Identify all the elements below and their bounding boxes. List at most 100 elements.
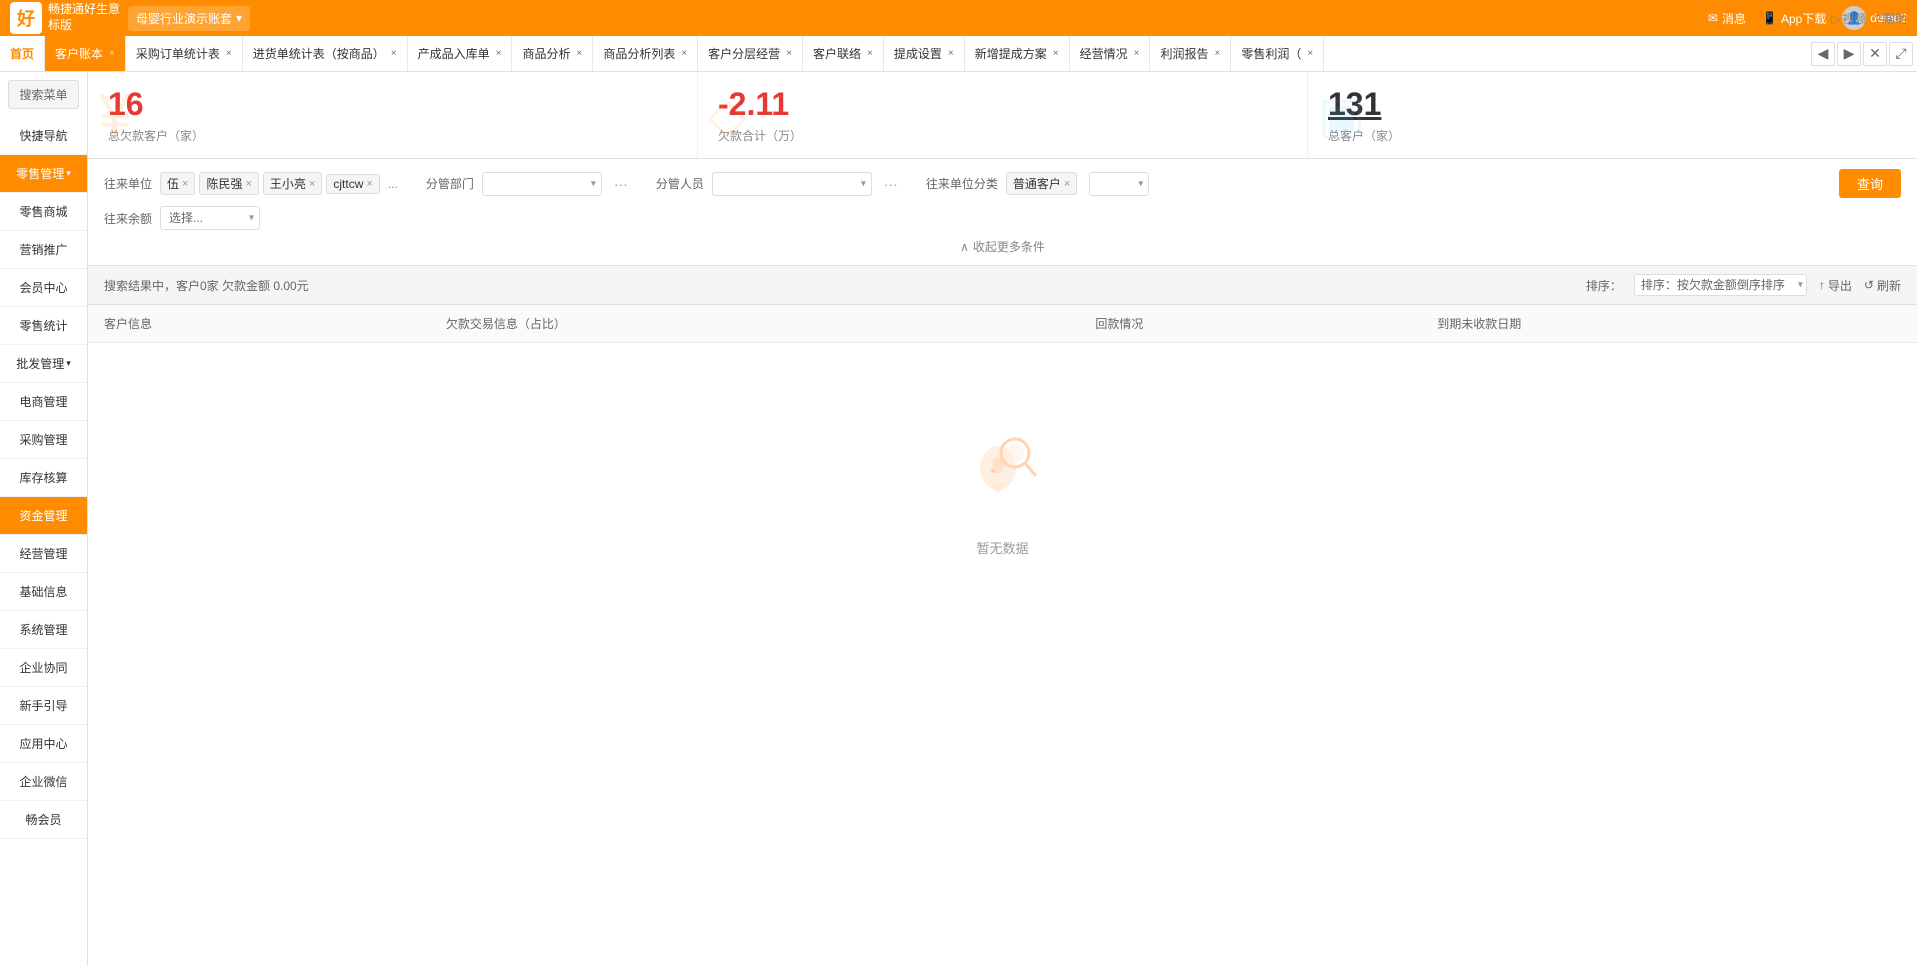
balance-filter-label: 往来余额 [104, 210, 152, 227]
sidebar-item-enterprise-wechat[interactable]: 企业微信 [0, 763, 87, 801]
sidebar-item-member-center[interactable]: 会员中心 [0, 269, 87, 307]
main-layout: 搜索菜单 快捷导航 零售管理 ▾ 零售商城 营销推广 会员中心 零售统计 批发管… [0, 72, 1917, 966]
person-filter-label: 分管人员 [656, 175, 704, 192]
chevron-down-icon: ▾ [66, 168, 71, 179]
results-bar: 搜索结果中，客户0家 欠款金额 0.00元 排序： 排序：按欠款金额倒序排序 ↑… [88, 266, 1917, 305]
close-icon[interactable]: × [1134, 48, 1140, 59]
tab-new-proposal[interactable]: 新增提成方案 × [965, 36, 1070, 72]
tab-retail-profit[interactable]: 零售利润（ × [1231, 36, 1324, 72]
tab-proposal-settings[interactable]: 提成设置 × [884, 36, 965, 72]
close-icon[interactable]: × [226, 48, 232, 59]
search-menu-button[interactable]: 搜索菜单 [8, 80, 79, 109]
logo-text: 畅捷通好生意 标版 [48, 2, 120, 33]
top-bar: 好 畅捷通好生意 标版 母婴行业演示账套 ▾ ✉ 消息 📱 App下载 👤 de… [0, 0, 1917, 36]
close-icon[interactable]: × [867, 48, 873, 59]
results-summary: 搜索结果中，客户0家 欠款金额 0.00元 [104, 277, 309, 294]
tab-accounts[interactable]: 客户账本 × [45, 36, 126, 72]
sidebar-item-quick-nav[interactable]: 快捷导航 [0, 117, 87, 155]
refresh-button[interactable]: ↺ 刷新 [1864, 277, 1901, 294]
accounts-table: 客户信息 欠款交易信息（占比） 回款情况 到期未收款日期 [88, 305, 1917, 343]
tab-product-analysis[interactable]: 商品分析 × [512, 36, 593, 72]
sort-select[interactable]: 排序：按欠款金额倒序排序 [1634, 274, 1807, 296]
person-more-button[interactable]: ··· [880, 174, 902, 194]
remove-tag-chen[interactable]: × [245, 178, 251, 190]
unit-filter-tags: 伍 × 陈民强 × 王小亮 × cjttcw × ... [160, 172, 402, 195]
tab-operations[interactable]: 经营情况 × [1070, 36, 1151, 72]
close-icon[interactable]: × [681, 48, 687, 59]
refresh-icon: ↺ [1864, 278, 1874, 292]
building-bg-icon: ▣ [1318, 86, 1365, 144]
unit-class-filter-label: 往来单位分类 [926, 175, 998, 192]
filter-bar: 往来单位 伍 × 陈民强 × 王小亮 × cjttcw [88, 159, 1917, 266]
dept-more-button[interactable]: ··· [610, 174, 632, 194]
tab-purchase-orders[interactable]: 采购订单统计表 × [126, 36, 243, 72]
col-credit-info: 欠款交易信息（占比） [430, 305, 1080, 343]
sidebar-item-new-guide[interactable]: 新手引导 [0, 687, 87, 725]
filter-tag-common-customer: 普通客户 × [1006, 172, 1077, 195]
more-tags-button[interactable]: ... [384, 175, 402, 193]
tab-home[interactable]: 首页 [0, 36, 45, 72]
tab-customer-contact[interactable]: 客户联络 × [803, 36, 884, 72]
logo-icon: 好 [10, 2, 42, 34]
close-icon[interactable]: × [1214, 48, 1220, 59]
logo-area: 好 畅捷通好生意 标版 [10, 2, 120, 34]
sidebar-item-ecommerce[interactable]: 电商管理 [0, 383, 87, 421]
remove-tag-wang[interactable]: × [309, 178, 315, 190]
close-icon[interactable]: × [948, 48, 954, 59]
store-selector[interactable]: 母婴行业演示账套 ▾ [128, 6, 250, 31]
app-download-button[interactable]: 📱 App下载 [1762, 10, 1826, 27]
close-icon[interactable]: × [1307, 48, 1313, 59]
unit-class-filter-tags: 普通客户 × [1006, 172, 1077, 195]
close-icon[interactable]: × [109, 48, 115, 59]
close-icon[interactable]: × [496, 48, 502, 59]
filter-tag-wu: 伍 × [160, 172, 195, 195]
yuan-bg-icon: ¥ [98, 81, 131, 150]
nav-maximize-button[interactable]: ⤢ [1889, 42, 1913, 66]
sidebar-item-marketing[interactable]: 营销推广 [0, 231, 87, 269]
results-actions: 排序： 排序：按欠款金额倒序排序 ↑ 导出 ↺ 刷新 [1586, 274, 1901, 296]
remove-tag-common[interactable]: × [1064, 178, 1070, 190]
close-icon[interactable]: × [391, 48, 397, 59]
tab-customer-segment[interactable]: 客户分层经营 × [698, 36, 803, 72]
sidebar-item-inventory[interactable]: 库存核算 [0, 459, 87, 497]
sidebar-item-retail-mgmt[interactable]: 零售管理 ▾ [0, 155, 87, 193]
sidebar-item-basic-info[interactable]: 基础信息 [0, 573, 87, 611]
sidebar-item-operations-mgmt[interactable]: 经营管理 [0, 535, 87, 573]
sidebar-item-purchase-mgmt[interactable]: 采购管理 [0, 421, 87, 459]
table-wrap: 客户信息 欠款交易信息（占比） 回款情况 到期未收款日期 [88, 305, 1917, 966]
stat-card-credit-amount: ◇ -2.11 欠款合计（万） [698, 72, 1308, 158]
export-button[interactable]: ↑ 导出 [1819, 277, 1852, 294]
sidebar-item-finance-mgmt[interactable]: 资金管理 [0, 497, 87, 535]
collapse-filter-button[interactable]: ∧ 收起更多条件 [104, 238, 1901, 255]
sidebar-item-system-mgmt[interactable]: 系统管理 [0, 611, 87, 649]
close-icon[interactable]: × [786, 48, 792, 59]
close-icon[interactable]: × [1053, 48, 1059, 59]
sidebar-item-retail-stats[interactable]: 零售统计 [0, 307, 87, 345]
remove-tag-wu[interactable]: × [182, 178, 188, 190]
tab-profit-report[interactable]: 利润报告 × [1150, 36, 1231, 72]
top-bar-left: 好 畅捷通好生意 标版 母婴行业演示账套 ▾ [10, 2, 250, 34]
person-select[interactable] [712, 172, 872, 196]
tab-product-analysis-list[interactable]: 商品分析列表 × [593, 36, 698, 72]
nav-close-all-button[interactable]: ✕ [1863, 42, 1887, 66]
sidebar-item-app-center[interactable]: 应用中心 [0, 725, 87, 763]
sidebar-item-batch-mgmt[interactable]: 批发管理 ▾ [0, 345, 87, 383]
sidebar-item-retail-mall[interactable]: 零售商城 [0, 193, 87, 231]
close-icon[interactable]: × [576, 48, 582, 59]
query-button[interactable]: 查询 [1839, 169, 1901, 198]
message-button[interactable]: ✉ 消息 [1708, 10, 1746, 27]
balance-select-wrap: 选择... [160, 206, 260, 230]
chevron-up-icon: ∧ [960, 240, 969, 254]
tab-cost-entry[interactable]: 产成品入库单 × [408, 36, 513, 72]
tab-incoming-stats[interactable]: 进货单统计表（按商品） × [243, 36, 408, 72]
balance-select[interactable]: 选择... [160, 206, 260, 230]
sort-select-wrap: 排序：按欠款金额倒序排序 [1634, 274, 1807, 296]
dept-select[interactable] [482, 172, 602, 196]
nav-prev-button[interactable]: ◀ [1811, 42, 1835, 66]
remove-tag-cjttcw[interactable]: × [366, 178, 372, 190]
nav-next-button[interactable]: ▶ [1837, 42, 1861, 66]
filter-tag-wang: 王小亮 × [263, 172, 322, 195]
sidebar-item-vip-member[interactable]: 畅会员 [0, 801, 87, 839]
unit-class-select[interactable] [1089, 172, 1149, 196]
sidebar-item-enterprise-collab[interactable]: 企业协同 [0, 649, 87, 687]
